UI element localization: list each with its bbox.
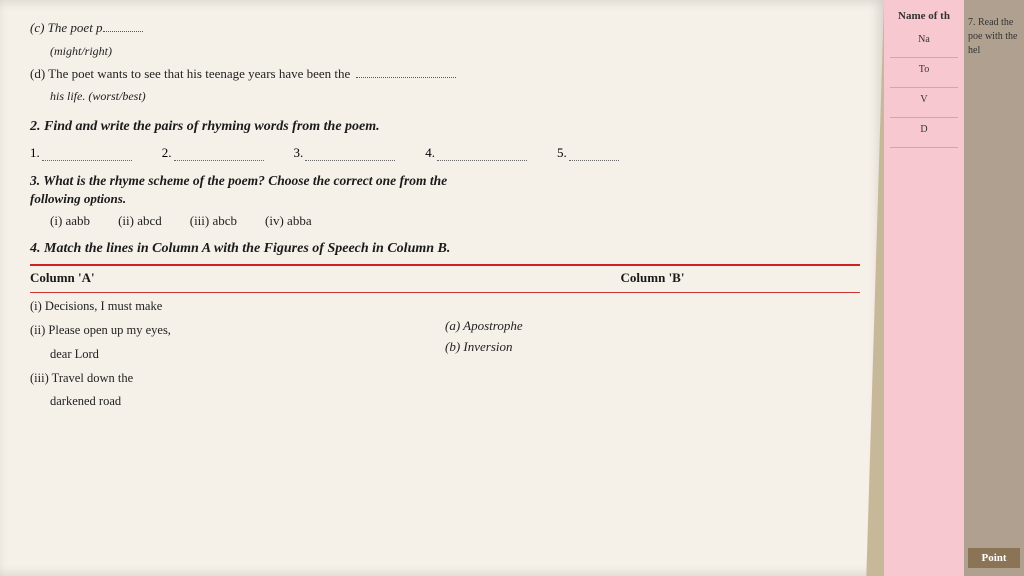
col-a-item-3b: darkened road [50, 392, 445, 411]
sidebar-row-4: D [890, 118, 958, 148]
column-b: Column 'B' (a) Apostrophe (b) Inversion [445, 264, 860, 416]
col-a-header: Column 'A' [30, 270, 445, 286]
section-4-title: 4. Match the lines in Column A with the … [30, 239, 860, 259]
column-a: Column 'A' (i) Decisions, I must make (i… [30, 264, 445, 416]
point-box: Point [968, 548, 1020, 568]
section-3-title: 3. What is the rhyme scheme of the poem?… [30, 171, 860, 191]
option-c: (c) The poet p [30, 18, 860, 38]
section-2: 2. Find and write the pairs of rhyming w… [30, 117, 860, 161]
book-page: (c) The poet p (might/right) (d) The poe… [0, 0, 884, 576]
read-section: 7. Read the poe with the hel [968, 16, 1020, 58]
far-right-column: 7. Read the poe with the hel Point [964, 0, 1024, 576]
col-b-header: Column 'B' [445, 270, 860, 286]
section-4: 4. Match the lines in Column A with the … [30, 239, 860, 416]
option-iii: (iii) abcb [190, 213, 237, 229]
option-iv: (iv) abba [265, 213, 312, 229]
col-b-item-b: (b) Inversion [445, 339, 860, 355]
sidebar-row-1: Na [890, 28, 958, 58]
col-a-item-2b: dear Lord [50, 345, 445, 364]
rhyme-options: (i) aabb (ii) abcd (iii) abcb (iv) abba [50, 213, 860, 229]
section-3: 3. What is the rhyme scheme of the poem?… [30, 171, 860, 229]
page-container: (c) The poet p (might/right) (d) The poe… [0, 0, 1024, 576]
col-a-item-1: (i) Decisions, I must make [30, 297, 445, 316]
section-2-title: 2. Find and write the pairs of rhyming w… [30, 117, 860, 137]
col-a-item-3: (iii) Travel down the [30, 369, 445, 388]
option-d: (d) The poet wants to see that his teena… [30, 64, 860, 84]
sidebar-name-label: Name of th [890, 10, 958, 22]
option-d-sub: his life. (worst/best) [50, 87, 860, 105]
columns-wrapper: Column 'A' (i) Decisions, I must make (i… [30, 264, 860, 416]
content-top: (c) The poet p (might/right) (d) The poe… [30, 18, 860, 105]
option-ii: (ii) abcd [118, 213, 162, 229]
sidebar-row-3: V [890, 88, 958, 118]
col-a-item-2: (ii) Please open up my eyes, [30, 321, 445, 340]
col-a-underline [30, 292, 445, 293]
sidebar-row-2: To [890, 58, 958, 88]
col-b-underline [445, 292, 860, 293]
option-i: (i) aabb [50, 213, 90, 229]
right-sidebar: Name of th Na To V D [884, 0, 964, 576]
col-b-item-1 [445, 297, 860, 313]
option-c-sub: (might/right) [50, 42, 860, 60]
col-b-item-a: (a) Apostrophe [445, 318, 860, 334]
rhyming-blanks: 1. 2. 3. 4. 5. [30, 145, 860, 161]
section-3-sub: following options. [30, 191, 860, 207]
